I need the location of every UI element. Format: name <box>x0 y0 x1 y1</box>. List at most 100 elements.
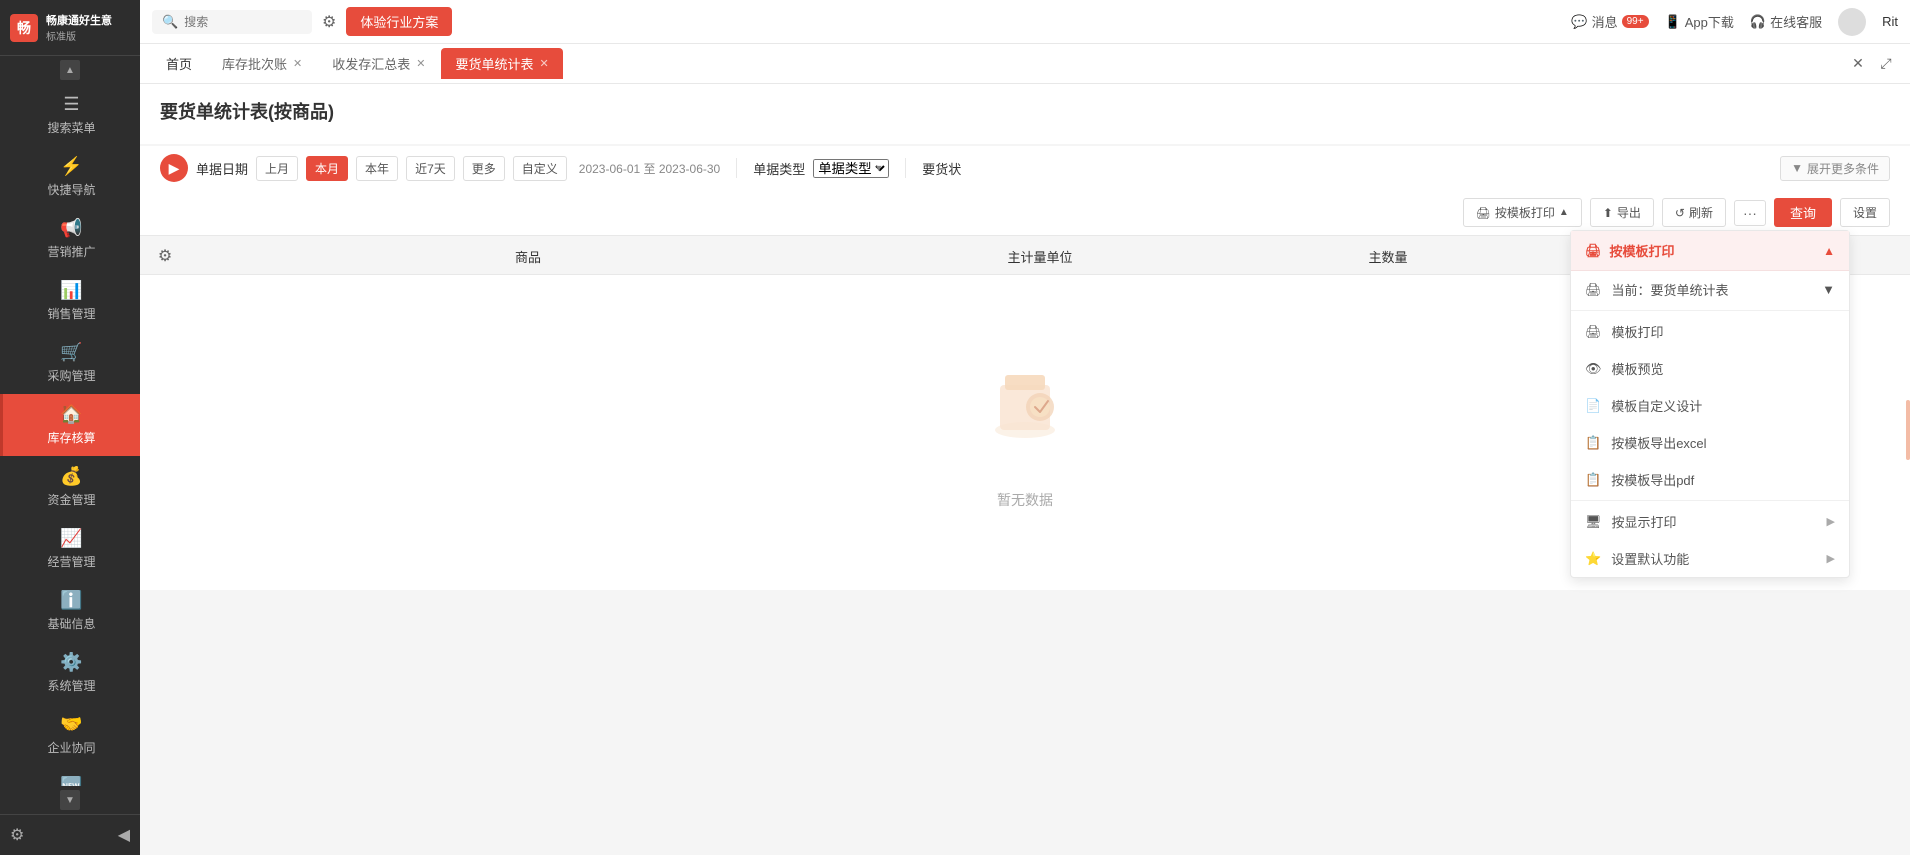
template-print-button[interactable]: 🖨 按模板打印 ▲ <box>1463 198 1582 227</box>
template-design-icon: 📄 <box>1585 398 1601 414</box>
display-print-label: 按显示打印 <box>1612 512 1677 531</box>
expand-more-label: 展开更多条件 <box>1807 160 1879 177</box>
settings-button[interactable]: 设置 <box>1840 198 1890 227</box>
inventory-icon: 🏠 <box>60 404 82 425</box>
sidebar-item-basic-label: 基础信息 <box>47 615 95 632</box>
sidebar-item-sales[interactable]: 📊 销售管理 <box>0 270 140 332</box>
sidebar-item-system[interactable]: ⚙️ 系统管理 <box>0 642 140 704</box>
main-content: 🔍 ⚙ 体验行业方案 💬 消息 99+ 📱 App下载 🎧 在线客服 Rit <box>140 0 1910 855</box>
app-download-icon: 📱 <box>1665 14 1681 30</box>
sidebar-item-inventory[interactable]: 🏠 库存核算 <box>0 394 140 456</box>
headset-icon: 🎧 <box>1750 14 1766 30</box>
more-button[interactable]: ··· <box>1734 200 1766 226</box>
sidebar-item-guide[interactable]: 🆕 新手引导 <box>0 766 140 786</box>
template-export-excel-label: 按模板导出excel <box>1611 433 1706 452</box>
sidebar-item-shortcut[interactable]: ⚡ 快捷导航 <box>0 146 140 208</box>
cooperation-icon: 🤝 <box>60 714 82 735</box>
action-bar: 🖨 按模板打印 ▲ ⬆ 导出 ↺ 刷新 ··· 查询 设置 <box>140 190 1910 236</box>
dropdown-template-export-pdf[interactable]: 📋 按模板导出pdf <box>1571 461 1849 498</box>
topbar-right: 💬 消息 99+ 📱 App下载 🎧 在线客服 Rit <box>1571 8 1898 36</box>
set-default-label: 设置默认功能 <box>1611 549 1689 568</box>
guide-icon: 🆕 <box>60 776 82 786</box>
order-status-label: 要货状 <box>922 159 961 178</box>
dropdown-template-preview[interactable]: 👁 模板预览 <box>1571 350 1849 387</box>
tab-home[interactable]: 首页 <box>152 48 206 79</box>
sidebar-item-search[interactable]: ☰ 搜索菜单 <box>0 84 140 146</box>
dropdown-up-arrow[interactable]: ▲ <box>1823 244 1835 258</box>
tab-receivables-label: 收发存汇总表 <box>332 54 410 73</box>
search-icon: 🔍 <box>162 14 178 30</box>
sidebar-item-marketing[interactable]: 📢 营销推广 <box>0 208 140 270</box>
search-menu-icon: ☰ <box>63 94 79 115</box>
col-unit: 主计量单位 <box>866 247 1214 266</box>
sidebar-item-basic[interactable]: ℹ️ 基础信息 <box>0 580 140 642</box>
page-header: 要货单统计表(按商品) <box>140 84 1910 144</box>
order-type-label: 单据类型 <box>753 159 805 178</box>
online-service-button[interactable]: 🎧 在线客服 <box>1750 12 1822 31</box>
dropdown-display-print[interactable]: 🖥 按显示打印 ▶ <box>1571 503 1849 540</box>
date-custom-btn[interactable]: 自定义 <box>513 156 567 181</box>
tab-order-stats-close[interactable]: ✕ <box>540 57 549 70</box>
collapse-icon[interactable]: ◀ <box>118 825 130 845</box>
empty-state-text: 暂无数据 <box>997 490 1053 510</box>
messages-button[interactable]: 💬 消息 99+ <box>1571 12 1648 31</box>
tabs-actions: ✕ ⤢ <box>1846 52 1898 76</box>
tab-close-all-button[interactable]: ✕ <box>1846 52 1870 76</box>
dropdown-template-print[interactable]: 🖨 模板打印 <box>1571 313 1849 350</box>
dropdown-header-left: 🖨 按模板打印 <box>1585 241 1675 260</box>
refresh-button[interactable]: ↺ 刷新 <box>1662 198 1726 227</box>
sidebar-item-sales-label: 销售管理 <box>47 305 95 322</box>
export-button[interactable]: ⬆ 导出 <box>1590 198 1654 227</box>
tab-expand-button[interactable]: ⤢ <box>1874 52 1898 76</box>
date-range-display: 2023-06-01 至 2023-06-30 <box>579 160 720 177</box>
topbar-gear-icon[interactable]: ⚙ <box>322 12 336 32</box>
table-settings-icon[interactable]: ⚙ <box>158 246 172 266</box>
date-this-month-btn[interactable]: 本月 <box>306 156 348 181</box>
tab-inventory-batch-close[interactable]: ✕ <box>293 57 302 70</box>
sidebar-item-operation[interactable]: 📈 经营管理 <box>0 518 140 580</box>
tab-receivables-close[interactable]: ✕ <box>416 57 425 70</box>
print-icon: 🖨 <box>1476 206 1491 220</box>
print-dropdown-popup: 🖨 按模板打印 ▲ 🖨 当前：要货单统计表 ▼ 🖨 <box>1570 230 1850 578</box>
toolbar-expand-btn[interactable]: ▶ <box>160 154 188 182</box>
expand-more-btn[interactable]: ▼ 展开更多条件 <box>1780 156 1890 181</box>
date-this-year-btn[interactable]: 本年 <box>356 156 398 181</box>
date-filter-label: 单据日期 <box>196 159 248 178</box>
tab-inventory-batch-label: 库存批次账 <box>222 54 287 73</box>
dropdown-current-item[interactable]: 🖨 当前：要货单统计表 ▼ <box>1571 271 1849 308</box>
template-export-pdf-icon: 📋 <box>1585 472 1601 488</box>
dropdown-template-design[interactable]: 📄 模板自定义设计 <box>1571 387 1849 424</box>
sidebar-nav: ☰ 搜索菜单 ⚡ 快捷导航 📢 营销推广 📊 销售管理 🛒 采购管理 🏠 库存核… <box>0 84 140 786</box>
message-icon: 💬 <box>1571 14 1587 30</box>
scroll-up-btn[interactable]: ▲ <box>60 60 80 80</box>
tab-order-stats[interactable]: 要货单统计表 ✕ <box>441 48 562 79</box>
app-download-button[interactable]: 📱 App下载 <box>1665 12 1734 31</box>
user-avatar[interactable] <box>1838 8 1866 36</box>
sidebar-item-finance[interactable]: 💰 资金管理 <box>0 456 140 518</box>
dropdown-template-export-excel[interactable]: 📋 按模板导出excel <box>1571 424 1849 461</box>
sidebar-item-cooperation[interactable]: 🤝 企业协同 <box>0 704 140 766</box>
date-last-7-days-btn[interactable]: 近7天 <box>406 156 455 181</box>
search-input[interactable] <box>184 15 284 29</box>
query-button[interactable]: 查询 <box>1774 198 1832 227</box>
sidebar-item-system-label: 系统管理 <box>47 677 95 694</box>
scroll-down-btn[interactable]: ▼ <box>60 790 80 810</box>
dropdown-set-default-left: ⭐ 设置默认功能 <box>1585 549 1689 568</box>
sidebar-footer: ⚙ ◀ <box>0 814 140 855</box>
tab-inventory-batch[interactable]: 库存批次账 ✕ <box>208 48 316 79</box>
sidebar-item-finance-label: 资金管理 <box>47 491 95 508</box>
experience-button[interactable]: 体验行业方案 <box>346 7 452 36</box>
tab-receivables[interactable]: 收发存汇总表 ✕ <box>318 48 439 79</box>
template-preview-label: 模板预览 <box>1612 359 1664 378</box>
sidebar-item-purchase[interactable]: 🛒 采购管理 <box>0 332 140 394</box>
date-more-btn[interactable]: 更多 <box>463 156 505 181</box>
settings-footer-icon[interactable]: ⚙ <box>10 825 24 845</box>
filter-toolbar: ▶ 单据日期 上月 本月 本年 近7天 更多 自定义 2023-06-01 至 … <box>140 146 1910 190</box>
order-type-select[interactable]: 单据类型 <box>813 159 889 178</box>
empty-state-icon <box>975 355 1075 474</box>
dropdown-set-default[interactable]: ⭐ 设置默认功能 ▶ <box>1571 540 1849 577</box>
export-label: 导出 <box>1617 204 1641 221</box>
dropdown-current-arrow: ▼ <box>1822 282 1835 297</box>
date-last-month-btn[interactable]: 上月 <box>256 156 298 181</box>
expand-more-icon: ▼ <box>1791 161 1803 175</box>
